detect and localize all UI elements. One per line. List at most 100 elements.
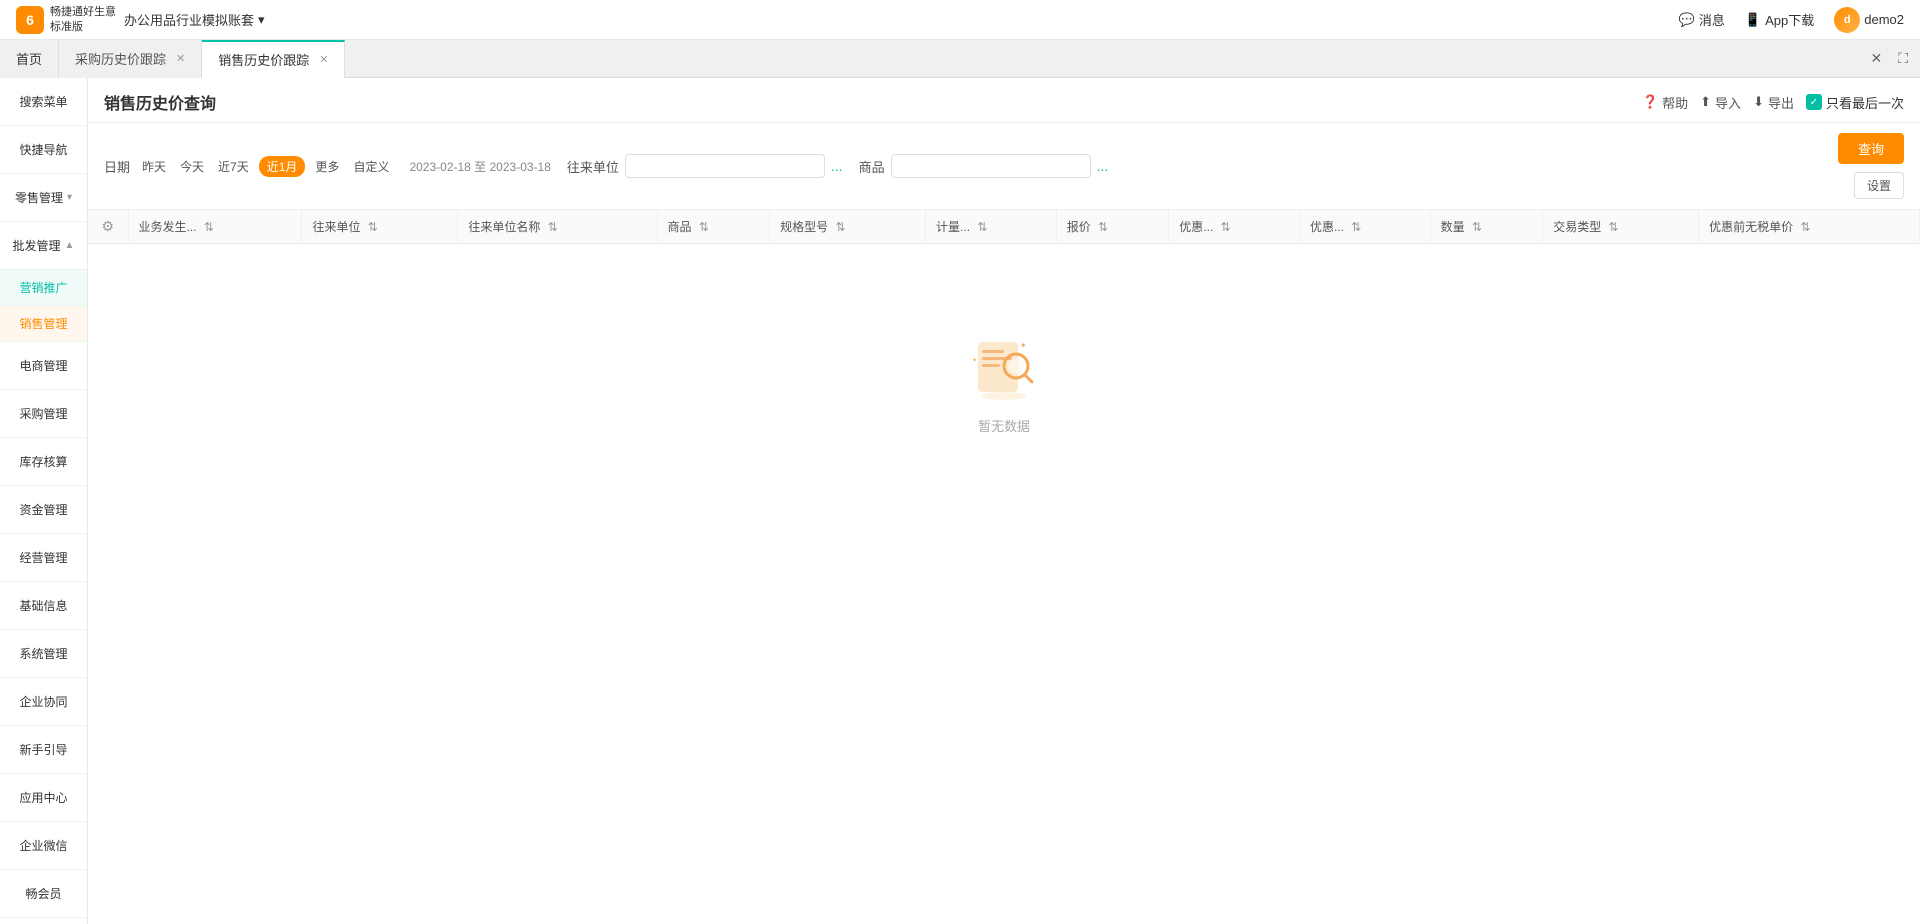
counterpart-filter: 往来单位 ...	[567, 154, 843, 178]
export-label: 导出	[1768, 93, 1794, 112]
sidebar-enterprise-collab-label: 企业协同	[19, 693, 67, 710]
sidebar-capital-mgmt-label: 资金管理	[19, 501, 67, 518]
filter-bar: 日期 昨天 今天 近7天 近1月 更多 自定义 2023-02-18 至 202…	[88, 123, 1920, 210]
sidebar-quick-nav-label: 快捷导航	[19, 141, 67, 158]
export-button[interactable]: ⬇ 导出	[1753, 93, 1794, 112]
filter-settings-button[interactable]: 设置	[1854, 172, 1904, 199]
sidebar-item-ecommerce[interactable]: 电商管理	[0, 342, 87, 390]
date-btn-custom[interactable]: 自定义	[349, 156, 393, 177]
import-button[interactable]: ⬆ 导入	[1700, 93, 1741, 112]
table-col-discount2[interactable]: 优惠... ⇅	[1299, 210, 1430, 244]
fullscreen-icon[interactable]: ⛶	[1894, 46, 1912, 71]
counterpart-input[interactable]	[625, 154, 825, 178]
date-range-text: 2023-02-18 至 2023-03-18	[409, 158, 550, 175]
page-container: 销售历史价查询 ❓ 帮助 ⬆ 导入 ⬇ 导出 ✓	[88, 78, 1920, 924]
sidebar-item-quick-nav[interactable]: 快捷导航	[0, 126, 87, 174]
sidebar-item-marketing[interactable]: 营销推广	[0, 270, 87, 306]
tab-purchase-history-close[interactable]: ✕	[176, 52, 185, 65]
sidebar-item-enterprise-wechat[interactable]: 企业微信	[0, 822, 87, 870]
date-filter-group: 日期 昨天 今天 近7天 近1月 更多 自定义	[104, 156, 393, 177]
sidebar-app-center-label: 应用中心	[19, 789, 67, 806]
sidebar-new-guide-label: 新手引导	[19, 741, 67, 758]
table-col-settings[interactable]: ⚙	[88, 210, 128, 244]
table-col-goods[interactable]: 商品 ⇅	[657, 210, 770, 244]
logo-text: 畅捷通好生意 标准版	[50, 5, 116, 34]
table-col-counterpart-name[interactable]: 往来单位名称 ⇅	[458, 210, 657, 244]
sidebar-retail-mgmt-label: 零售管理	[15, 189, 63, 206]
sidebar-sales-mgmt-label: 销售管理	[19, 315, 67, 332]
top-header: 6 畅捷通好生意 标准版 办公用品行业模拟账套 ▾ 💬 消息 📱 App下载 d…	[0, 0, 1920, 40]
sidebar-item-basic-info[interactable]: 基础信息	[0, 582, 87, 630]
sidebar-item-inventory[interactable]: 库存核算	[0, 438, 87, 486]
data-table: ⚙ 业务发生... ⇅ 往来单位 ⇅ 往来单位名称	[88, 210, 1920, 244]
table-col-biz-date[interactable]: 业务发生... ⇅	[128, 210, 302, 244]
page-title: 销售历史价查询	[104, 90, 216, 114]
sidebar-item-capital-mgmt[interactable]: 资金管理	[0, 486, 87, 534]
help-button[interactable]: ❓ 帮助	[1642, 93, 1688, 112]
tab-purchase-history[interactable]: 采购历史价跟踪 ✕	[59, 40, 202, 78]
retail-mgmt-arrow-icon: ▾	[67, 192, 72, 203]
logo-icon: 6	[16, 6, 44, 34]
tab-home-label: 首页	[16, 49, 42, 68]
table-col-spec[interactable]: 规格型号 ⇅	[770, 210, 926, 244]
export-icon: ⬇	[1753, 94, 1764, 110]
svg-text:✦: ✦	[972, 357, 977, 364]
counterpart-dots[interactable]: ...	[831, 158, 843, 174]
date-filter-label: 日期	[104, 157, 130, 176]
wholesale-mgmt-arrow-icon: ▲	[65, 240, 75, 251]
sidebar-item-enterprise-collab[interactable]: 企业协同	[0, 678, 87, 726]
help-icon: ❓	[1642, 94, 1658, 110]
breadcrumb-text: 办公用品行业模拟账套	[124, 10, 254, 29]
empty-illustration-svg: ✦ ✦	[964, 324, 1044, 404]
table-col-pre-tax-price[interactable]: 优惠前无税单价 ⇅	[1699, 210, 1920, 244]
sidebar-item-app-center[interactable]: 应用中心	[0, 774, 87, 822]
goods-dots[interactable]: ...	[1097, 158, 1109, 174]
table-col-trade-type[interactable]: 交易类型 ⇅	[1543, 210, 1699, 244]
empty-text: 暂无数据	[978, 416, 1030, 435]
tab-sales-history[interactable]: 销售历史价跟踪 ✕	[202, 40, 345, 78]
table-col-discount1[interactable]: 优惠... ⇅	[1169, 210, 1300, 244]
date-btn-last1month[interactable]: 近1月	[259, 156, 306, 177]
breadcrumb-dropdown[interactable]: 办公用品行业模拟账套 ▾	[124, 10, 265, 29]
message-label: 消息	[1699, 10, 1725, 29]
sidebar-inventory-label: 库存核算	[19, 453, 67, 470]
tab-purchase-history-label: 采购历史价跟踪	[75, 49, 166, 68]
table-col-unit[interactable]: 计量... ⇅	[926, 210, 1057, 244]
spec-sort-icon: ⇅	[836, 220, 846, 234]
only-last-checkbox[interactable]: ✓ 只看最后一次	[1806, 93, 1904, 112]
table-col-counterpart-code[interactable]: 往来单位 ⇅	[302, 210, 458, 244]
sidebar-item-member[interactable]: 畅会员	[0, 870, 87, 918]
date-btn-yesterday[interactable]: 昨天	[138, 156, 170, 177]
goods-input[interactable]	[891, 154, 1091, 178]
message-button[interactable]: 💬 消息	[1679, 10, 1725, 29]
date-btn-today[interactable]: 今天	[176, 156, 208, 177]
sidebar-marketing-label: 营销推广	[19, 279, 67, 296]
sidebar-system-mgmt-label: 系统管理	[19, 645, 67, 662]
biz-date-sort-icon: ⇅	[204, 220, 214, 234]
table-col-quoted-price[interactable]: 报价 ⇅	[1056, 210, 1169, 244]
goods-filter-label: 商品	[859, 157, 885, 176]
table-col-quantity[interactable]: 数量 ⇅	[1430, 210, 1543, 244]
date-btn-last7days[interactable]: 近7天	[214, 156, 253, 177]
date-btn-more[interactable]: 更多	[311, 156, 343, 177]
quantity-sort-icon: ⇅	[1472, 220, 1482, 234]
query-button[interactable]: 查询	[1838, 133, 1904, 164]
user-name: demo2	[1864, 12, 1904, 27]
sidebar-item-sales-mgmt[interactable]: 销售管理	[0, 306, 87, 342]
sidebar-item-system-mgmt[interactable]: 系统管理	[0, 630, 87, 678]
sidebar-item-retail-mgmt[interactable]: 零售管理 ▾	[0, 174, 87, 222]
user-menu[interactable]: d demo2	[1834, 7, 1904, 33]
sidebar-item-search-menu[interactable]: 搜索菜单	[0, 78, 87, 126]
tab-sales-history-close[interactable]: ✕	[319, 53, 328, 66]
app-download-button[interactable]: 📱 App下载	[1745, 10, 1814, 29]
sidebar-item-new-guide[interactable]: 新手引导	[0, 726, 87, 774]
sidebar-item-purchase-mgmt[interactable]: 采购管理	[0, 390, 87, 438]
close-window-icon[interactable]: ✕	[1866, 46, 1886, 71]
counterpart-filter-label: 往来单位	[567, 157, 619, 176]
tab-home[interactable]: 首页	[0, 40, 59, 78]
page-header-actions: ❓ 帮助 ⬆ 导入 ⬇ 导出 ✓ 只看最后一次	[1642, 93, 1904, 112]
sidebar-item-operations-mgmt[interactable]: 经营管理	[0, 534, 87, 582]
header-right: 💬 消息 📱 App下载 d demo2	[1679, 7, 1904, 33]
sidebar-item-wholesale-mgmt[interactable]: 批发管理 ▲	[0, 222, 87, 270]
unit-sort-icon: ⇅	[977, 220, 987, 234]
